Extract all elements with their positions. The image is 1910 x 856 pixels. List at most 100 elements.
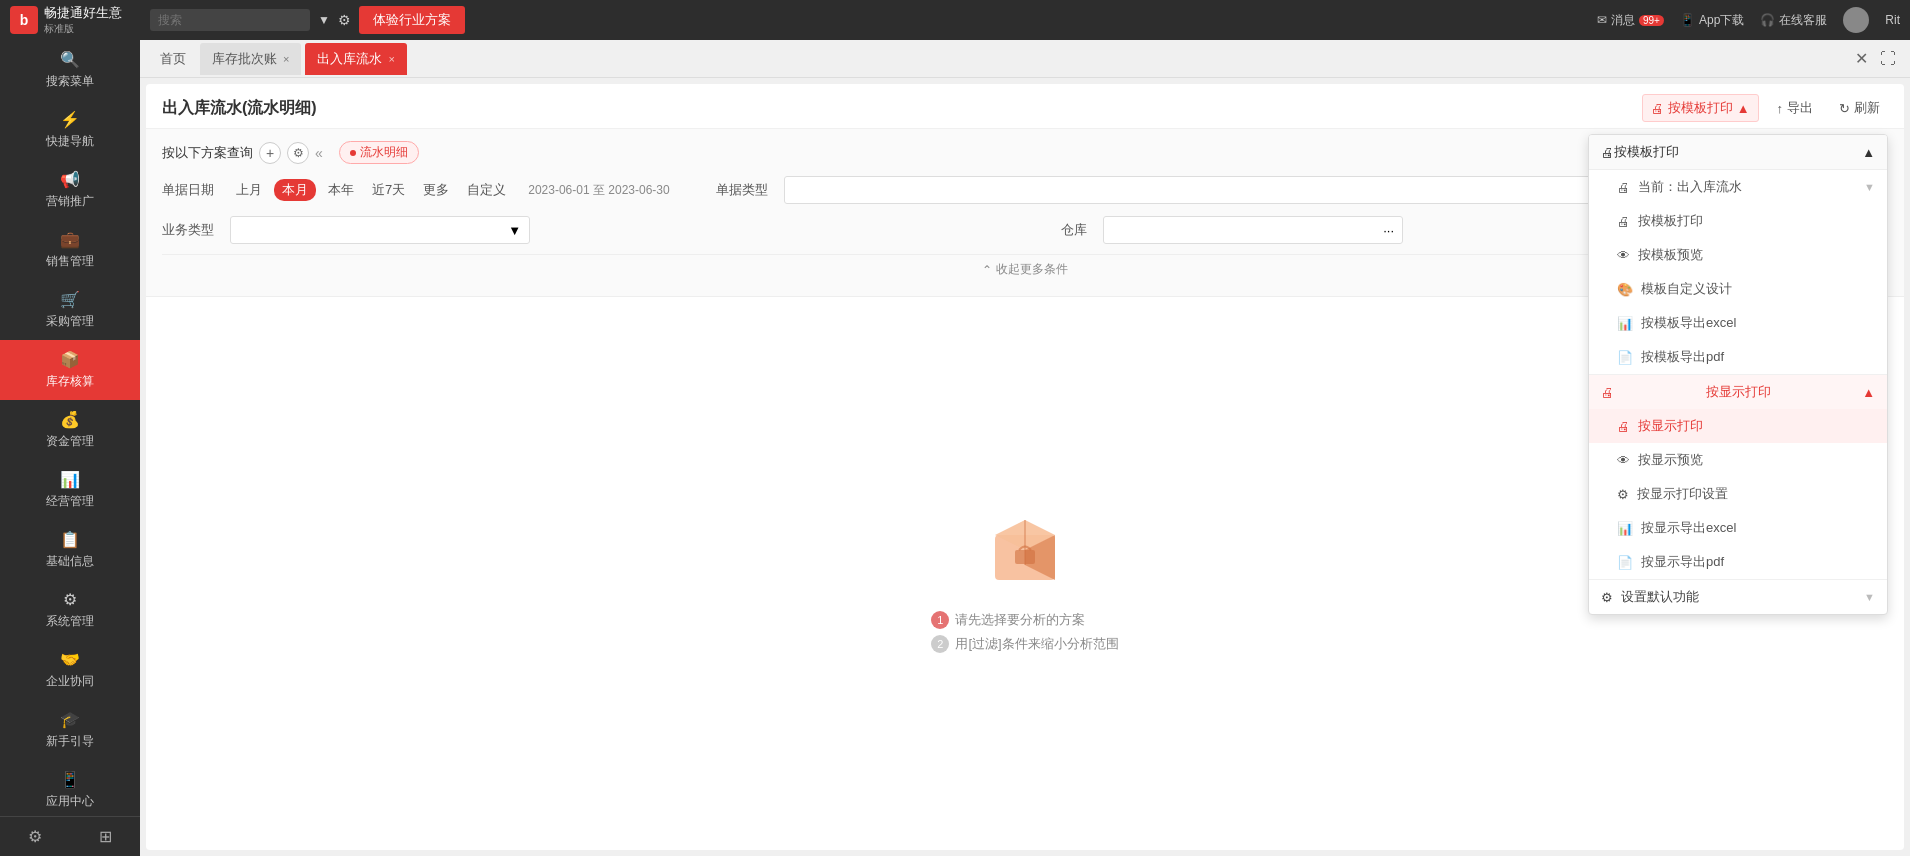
voucher-type-label: 单据类型 <box>716 181 768 199</box>
filter-gear-btn[interactable]: ⚙ <box>287 142 309 164</box>
sidebar-label-marketing: 营销推广 <box>46 193 94 210</box>
tab-inventory-flow-label: 出入库流水 <box>317 50 382 68</box>
sidebar-label-app: 应用中心 <box>46 793 94 810</box>
inventory-icon: 📦 <box>60 350 80 369</box>
sidebar-label-operations: 经营管理 <box>46 493 94 510</box>
dropdown-template-excel[interactable]: 📊 按模板导出excel <box>1589 306 1887 340</box>
message-icon: ✉ <box>1597 13 1607 27</box>
sidebar: 🔍 搜索菜单 ⚡ 快捷导航 📢 营销推广 💼 销售管理 🛒 采购管理 📦 <box>0 40 140 856</box>
header-center: ▼ ⚙ 体验行业方案 <box>150 6 1597 34</box>
sidebar-item-operations[interactable]: 📊 经营管理 <box>0 460 140 520</box>
dropdown-header-arrow: ▲ <box>1862 145 1875 160</box>
dropdown-template-pdf[interactable]: 📄 按模板导出pdf <box>1589 340 1887 374</box>
page-header: 出入库流水(流水明细) 🖨 按模板打印 ▲ ↑ 导出 ↻ 刷新 <box>146 84 1904 129</box>
online-service-btn[interactable]: 🎧 在线客服 <box>1760 12 1827 29</box>
finance-icon: 💰 <box>60 410 80 429</box>
sidebar-item-enterprise[interactable]: 🤝 企业协同 <box>0 640 140 700</box>
header-gear-btn[interactable]: ⚙ <box>338 12 351 28</box>
search-input[interactable] <box>150 9 310 31</box>
sidebar-item-quick-nav[interactable]: ⚡ 快捷导航 <box>0 100 140 160</box>
avatar[interactable] <box>1843 7 1869 33</box>
sidebar-label-quick-nav: 快捷导航 <box>46 133 94 150</box>
tab-inventory-flow[interactable]: 出入库流水 × <box>305 43 406 75</box>
enterprise-icon: 🤝 <box>60 650 80 669</box>
date-opt-7days[interactable]: 近7天 <box>366 179 411 201</box>
tab-close-all-btn[interactable]: ✕ <box>1851 45 1872 72</box>
tab-home[interactable]: 首页 <box>150 44 196 74</box>
dropdown-current-icon: 🖨 <box>1617 180 1630 195</box>
header-dropdown-btn[interactable]: ▼ <box>318 13 330 27</box>
date-opt-custom[interactable]: 自定义 <box>461 179 512 201</box>
tab-batch-account-close[interactable]: × <box>283 53 289 65</box>
sidebar-settings-btn[interactable]: ⚙ <box>28 827 42 846</box>
sidebar-label-enterprise: 企业协同 <box>46 673 94 690</box>
headset-icon: 🎧 <box>1760 13 1775 27</box>
tab-maximize-btn[interactable]: ⛶ <box>1876 46 1900 72</box>
date-opt-this-year[interactable]: 本年 <box>322 179 360 201</box>
sidebar-collapse-btn[interactable]: ⊞ <box>99 827 112 846</box>
print-icon-1: 🖨 <box>1617 214 1630 229</box>
sidebar-item-sales[interactable]: 💼 销售管理 <box>0 220 140 280</box>
dropdown-display-preview[interactable]: 👁 按显示预览 <box>1589 443 1887 477</box>
refresh-btn[interactable]: ↻ 刷新 <box>1831 95 1888 121</box>
app-center-icon: 📱 <box>60 770 80 789</box>
empty-illustration <box>975 495 1075 595</box>
dropdown-display-print[interactable]: 🖨 按显示打印 <box>1589 409 1887 443</box>
date-opt-this-month[interactable]: 本月 <box>274 179 316 201</box>
messages-btn[interactable]: ✉ 消息 99+ <box>1597 12 1664 29</box>
hint-num-1: 1 <box>931 611 949 629</box>
business-type-select[interactable]: ▼ <box>230 216 530 244</box>
filter-add-btn[interactable]: + <box>259 142 281 164</box>
filter-collapse-left-btn[interactable]: « <box>315 145 323 161</box>
template-print-btn[interactable]: 🖨 按模板打印 ▲ <box>1642 94 1759 122</box>
export-btn[interactable]: ↑ 导出 <box>1769 95 1822 121</box>
dropdown-current-item[interactable]: 🖨 当前：出入库流水 ▼ <box>1589 170 1887 204</box>
default-setting-arrow: ▼ <box>1864 591 1875 603</box>
dropdown-display-settings[interactable]: ⚙ 按显示打印设置 <box>1589 477 1887 511</box>
page-actions: 🖨 按模板打印 ▲ ↑ 导出 ↻ 刷新 🖨 <box>1642 94 1888 122</box>
business-type-label: 业务类型 <box>162 221 214 239</box>
hint-text-1: 请先选择要分析的方案 <box>955 611 1085 629</box>
sidebar-item-app-center[interactable]: 📱 应用中心 <box>0 760 140 816</box>
tab-batch-account[interactable]: 库存批次账 × <box>200 43 301 75</box>
operations-icon: 📊 <box>60 470 80 489</box>
dropdown-template-preview[interactable]: 👁 按模板预览 <box>1589 238 1887 272</box>
dropdown-display-excel[interactable]: 📊 按显示导出excel <box>1589 511 1887 545</box>
sidebar-item-system[interactable]: ⚙ 系统管理 <box>0 580 140 640</box>
flow-type-badge[interactable]: 流水明细 <box>339 141 419 164</box>
date-options: 上月 本月 本年 近7天 更多 自定义 <box>230 179 512 201</box>
display-print-header[interactable]: 🖨 按显示打印 ▲ <box>1589 375 1887 409</box>
template-print-section: 🖨 按模板打印 👁 按模板预览 🎨 模板自定义设计 <box>1589 204 1887 375</box>
sidebar-label-sales: 销售管理 <box>46 253 94 270</box>
settings-icon: ⚙ <box>1617 487 1629 502</box>
industry-btn[interactable]: 体验行业方案 <box>359 6 465 34</box>
date-filter-label: 单据日期 <box>162 181 214 199</box>
sidebar-item-purchase[interactable]: 🛒 采购管理 <box>0 280 140 340</box>
preview-icon-2: 👁 <box>1617 453 1630 468</box>
dropdown-current-label: 当前：出入库流水 <box>1638 178 1742 196</box>
sidebar-item-marketing[interactable]: 📢 营销推广 <box>0 160 140 220</box>
sidebar-item-search-menu[interactable]: 🔍 搜索菜单 <box>0 40 140 100</box>
sidebar-item-basic-info[interactable]: 📋 基础信息 <box>0 520 140 580</box>
sidebar-item-finance[interactable]: 💰 资金管理 <box>0 400 140 460</box>
sidebar-scroll: 🔍 搜索菜单 ⚡ 快捷导航 📢 营销推广 💼 销售管理 🛒 采购管理 📦 <box>0 40 140 816</box>
date-opt-last-month[interactable]: 上月 <box>230 179 268 201</box>
dropdown-template-custom[interactable]: 🎨 模板自定义设计 <box>1589 272 1887 306</box>
sales-icon: 💼 <box>60 230 80 249</box>
sidebar-item-guide[interactable]: 🎓 新手引导 <box>0 700 140 760</box>
date-opt-more[interactable]: 更多 <box>417 179 455 201</box>
hint-num-2: 2 <box>931 635 949 653</box>
sidebar-item-inventory[interactable]: 📦 库存核算 <box>0 340 140 400</box>
dropdown-display-pdf[interactable]: 📄 按显示导出pdf <box>1589 545 1887 579</box>
top-header: b 畅捷通好生意 标准版 ▼ ⚙ 体验行业方案 ✉ 消息 99+ 📱 App下载… <box>0 0 1910 40</box>
dropdown-default-setting[interactable]: ⚙ 设置默认功能 ▼ <box>1589 580 1887 614</box>
app-download-btn[interactable]: 📱 App下载 <box>1680 12 1744 29</box>
svg-rect-4 <box>1015 550 1035 564</box>
tab-inventory-flow-close[interactable]: × <box>388 53 394 65</box>
sidebar-label-system: 系统管理 <box>46 613 94 630</box>
display-print-header-icon: 🖨 <box>1601 385 1614 400</box>
dropdown-template-print[interactable]: 🖨 按模板打印 <box>1589 204 1887 238</box>
warehouse-select[interactable]: ··· <box>1103 216 1403 244</box>
page-title: 出入库流水(流水明细) <box>162 98 317 119</box>
warehouse-more-icon[interactable]: ··· <box>1383 223 1394 238</box>
